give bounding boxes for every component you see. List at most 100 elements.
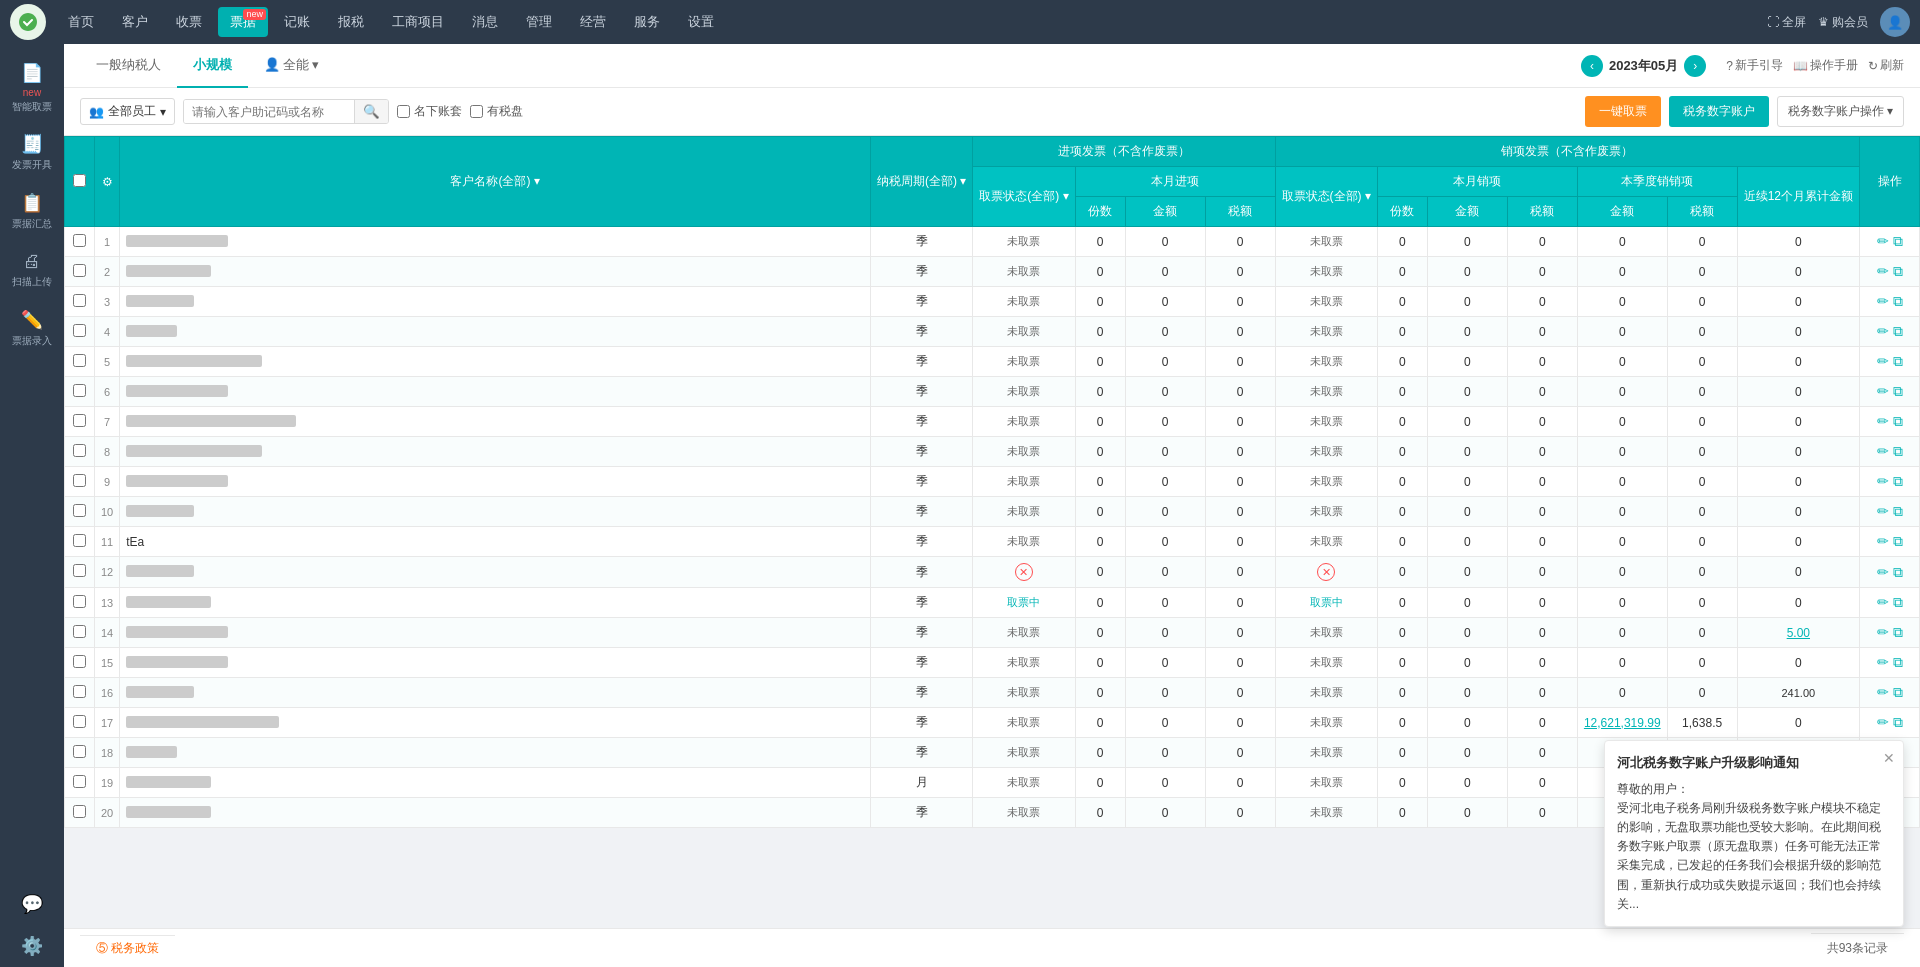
copy-icon[interactable]: ⧉ xyxy=(1893,473,1903,489)
copy-icon[interactable]: ⧉ xyxy=(1893,714,1903,730)
nav-service[interactable]: 服务 xyxy=(622,7,672,37)
row-checkbox-cell[interactable] xyxy=(65,708,95,738)
header-out-status[interactable]: 取票状态(全部) ▾ xyxy=(1275,167,1377,227)
nav-bookkeeping[interactable]: 记账 xyxy=(272,7,322,37)
edit-icon[interactable]: ✏ xyxy=(1877,413,1889,429)
edit-icon[interactable]: ✏ xyxy=(1877,654,1889,670)
copy-icon[interactable]: ⧉ xyxy=(1893,654,1903,670)
row-checkbox-cell[interactable] xyxy=(65,437,95,467)
next-month-btn[interactable]: › xyxy=(1684,55,1706,77)
row-checkbox[interactable] xyxy=(73,444,86,457)
guide-btn[interactable]: ? 新手引导 xyxy=(1726,57,1783,74)
edit-icon[interactable]: ✏ xyxy=(1877,473,1889,489)
edit-icon[interactable]: ✏ xyxy=(1877,564,1889,580)
sidebar-item-open-invoice[interactable]: 🧾 发票开具 xyxy=(0,123,64,182)
tab-all[interactable]: 👤 全能 ▾ xyxy=(248,44,335,88)
user-avatar[interactable]: 👤 xyxy=(1880,7,1910,37)
refresh-btn[interactable]: ↻ 刷新 xyxy=(1868,57,1904,74)
edit-icon[interactable]: ✏ xyxy=(1877,624,1889,640)
edit-icon[interactable]: ✏ xyxy=(1877,263,1889,279)
nav-settings[interactable]: 设置 xyxy=(676,7,726,37)
nav-manage[interactable]: 管理 xyxy=(514,7,564,37)
employee-select[interactable]: 👥 全部员工 ▾ xyxy=(80,98,175,125)
nav-business[interactable]: 工商项目 xyxy=(380,7,456,37)
nav-invoice[interactable]: 票据 new xyxy=(218,7,268,37)
edit-icon[interactable]: ✏ xyxy=(1877,383,1889,399)
tab-small-scale[interactable]: 小规模 xyxy=(177,44,248,88)
subordinate-checkbox[interactable] xyxy=(397,105,410,118)
nav-customer[interactable]: 客户 xyxy=(110,7,160,37)
sidebar-item-settings[interactable]: ⚙️ xyxy=(17,925,47,967)
row-checkbox-cell[interactable] xyxy=(65,497,95,527)
row-checkbox[interactable] xyxy=(73,414,86,427)
copy-icon[interactable]: ⧉ xyxy=(1893,624,1903,640)
sidebar-item-summary[interactable]: 📋 票据汇总 xyxy=(0,182,64,241)
row-checkbox[interactable] xyxy=(73,745,86,758)
row-checkbox[interactable] xyxy=(73,324,86,337)
edit-icon[interactable]: ✏ xyxy=(1877,233,1889,249)
edit-icon[interactable]: ✏ xyxy=(1877,714,1889,730)
edit-icon[interactable]: ✏ xyxy=(1877,353,1889,369)
row-checkbox[interactable] xyxy=(73,474,86,487)
copy-icon[interactable]: ⧉ xyxy=(1893,263,1903,279)
row-checkbox[interactable] xyxy=(73,625,86,638)
row-checkbox-cell[interactable] xyxy=(65,377,95,407)
row-checkbox-cell[interactable] xyxy=(65,527,95,557)
copy-icon[interactable]: ⧉ xyxy=(1893,564,1903,580)
row-checkbox[interactable] xyxy=(73,294,86,307)
check-subordinate[interactable]: 名下账套 xyxy=(397,103,462,120)
copy-icon[interactable]: ⧉ xyxy=(1893,533,1903,549)
manual-btn[interactable]: 📖 操作手册 xyxy=(1793,57,1858,74)
row-checkbox-cell[interactable] xyxy=(65,798,95,828)
policy-link[interactable]: ⑤ 税务政策 xyxy=(80,935,175,961)
row-checkbox-cell[interactable] xyxy=(65,317,95,347)
row-checkbox-cell[interactable] xyxy=(65,648,95,678)
copy-icon[interactable]: ⧉ xyxy=(1893,293,1903,309)
tab-general-taxpayer[interactable]: 一般纳税人 xyxy=(80,44,177,88)
sidebar-item-smart-ticket[interactable]: 📄 new 智能取票 xyxy=(0,52,64,123)
copy-icon[interactable]: ⧉ xyxy=(1893,413,1903,429)
row-checkbox[interactable] xyxy=(73,234,86,247)
row-checkbox-cell[interactable] xyxy=(65,467,95,497)
copy-icon[interactable]: ⧉ xyxy=(1893,503,1903,519)
nav-home[interactable]: 首页 xyxy=(56,7,106,37)
row-checkbox[interactable] xyxy=(73,384,86,397)
row-checkbox[interactable] xyxy=(73,775,86,788)
row-checkbox-cell[interactable] xyxy=(65,557,95,588)
copy-icon[interactable]: ⧉ xyxy=(1893,684,1903,700)
row-checkbox-cell[interactable] xyxy=(65,407,95,437)
header-in-status[interactable]: 取票状态(全部) ▾ xyxy=(973,167,1075,227)
rolling-link[interactable]: 5.00 xyxy=(1787,626,1810,640)
edit-icon[interactable]: ✏ xyxy=(1877,323,1889,339)
select-all-checkbox[interactable] xyxy=(73,174,86,187)
copy-icon[interactable]: ⧉ xyxy=(1893,233,1903,249)
nav-operation[interactable]: 经营 xyxy=(568,7,618,37)
digital-operation-btn[interactable]: 税务数字账户操作 ▾ xyxy=(1777,96,1904,127)
row-checkbox[interactable] xyxy=(73,534,86,547)
edit-icon[interactable]: ✏ xyxy=(1877,503,1889,519)
row-checkbox-cell[interactable] xyxy=(65,287,95,317)
notification-close-btn[interactable]: ✕ xyxy=(1883,747,1895,769)
sidebar-item-scan[interactable]: 🖨 扫描上传 xyxy=(0,241,64,299)
copy-icon[interactable]: ⧉ xyxy=(1893,353,1903,369)
copy-icon[interactable]: ⧉ xyxy=(1893,443,1903,459)
row-checkbox-cell[interactable] xyxy=(65,588,95,618)
copy-icon[interactable]: ⧉ xyxy=(1893,323,1903,339)
edit-icon[interactable]: ✏ xyxy=(1877,293,1889,309)
header-tax-period[interactable]: 纳税周期(全部) ▾ xyxy=(870,137,972,227)
app-logo[interactable] xyxy=(10,4,46,40)
row-checkbox[interactable] xyxy=(73,685,86,698)
row-checkbox-cell[interactable] xyxy=(65,227,95,257)
copy-icon[interactable]: ⧉ xyxy=(1893,594,1903,610)
search-input[interactable] xyxy=(184,100,354,123)
check-tax-disk[interactable]: 有税盘 xyxy=(470,103,523,120)
row-checkbox-cell[interactable] xyxy=(65,618,95,648)
row-checkbox[interactable] xyxy=(73,595,86,608)
row-checkbox[interactable] xyxy=(73,504,86,517)
taxdisk-checkbox[interactable] xyxy=(470,105,483,118)
refund-amount-link[interactable]: 12,621,319.99 xyxy=(1584,716,1661,730)
row-checkbox-cell[interactable] xyxy=(65,347,95,377)
edit-icon[interactable]: ✏ xyxy=(1877,594,1889,610)
row-checkbox[interactable] xyxy=(73,655,86,668)
row-checkbox[interactable] xyxy=(73,715,86,728)
